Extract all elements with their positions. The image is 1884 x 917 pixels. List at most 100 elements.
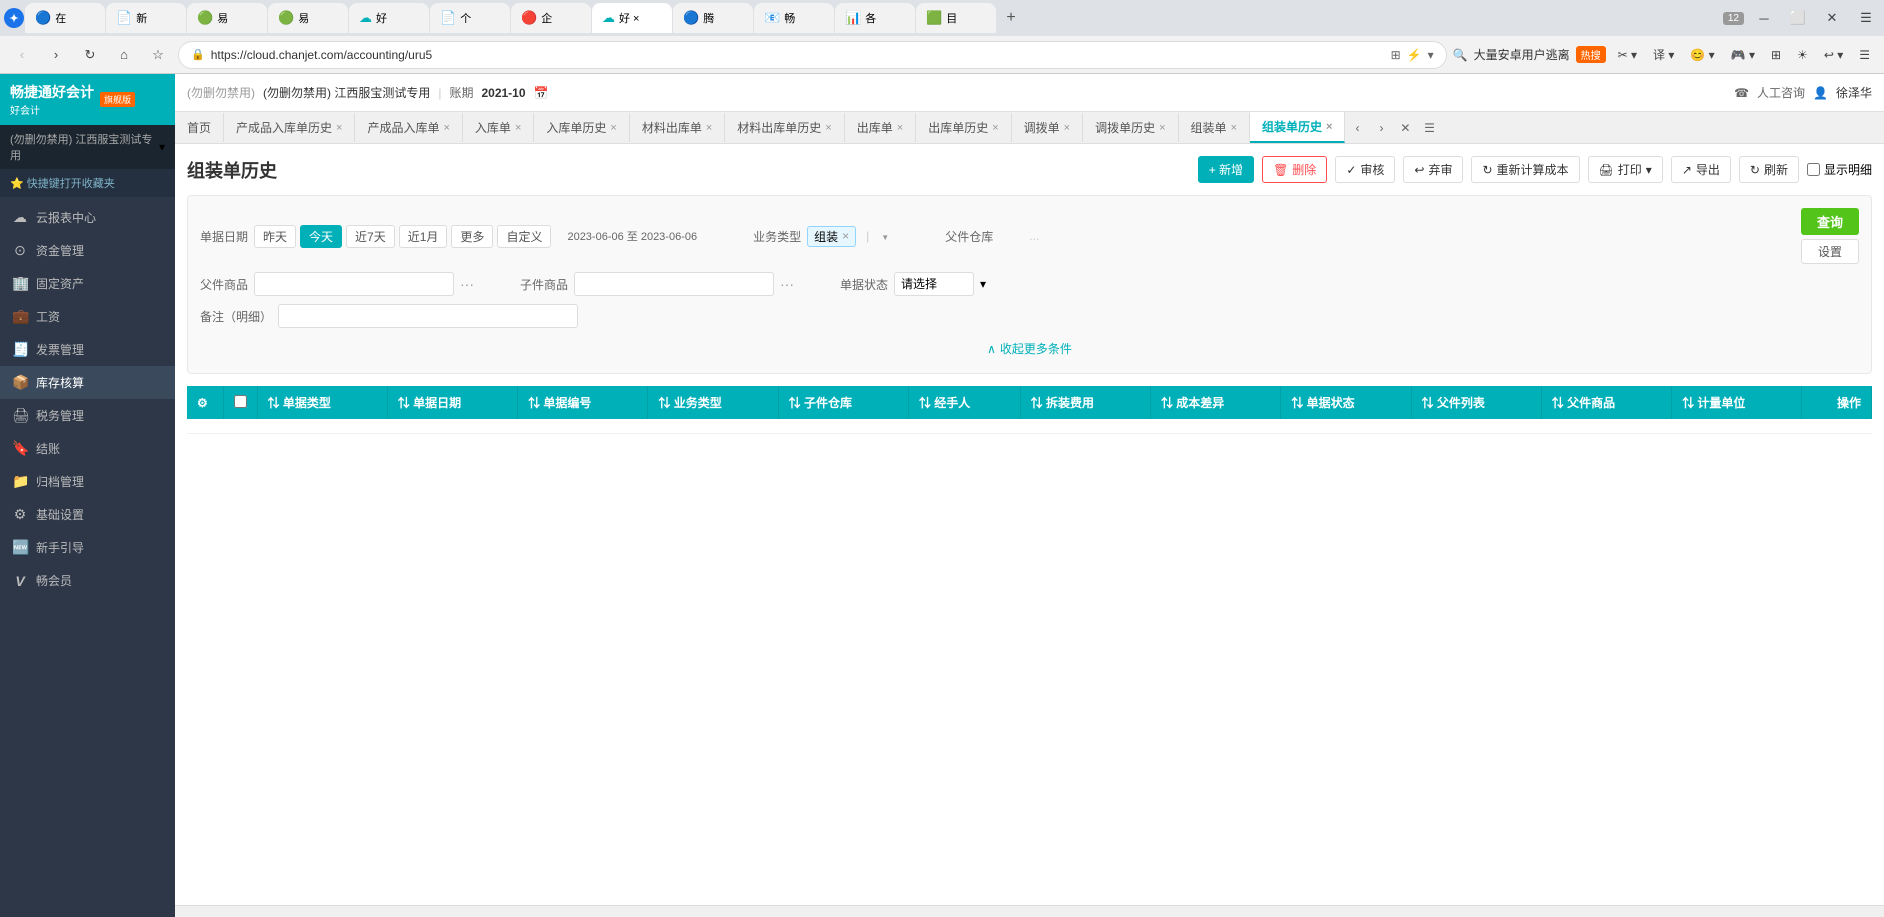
filter-settings-button[interactable]: 设置 [1801,239,1859,264]
7days-btn[interactable]: 近7天 [346,225,395,248]
sidebar-item-cloud-report[interactable]: ☁ 云报表中心 [0,201,175,234]
query-button[interactable]: 查询 [1801,208,1859,235]
th-date[interactable]: ⇅ 单据日期 [387,386,517,419]
more-date-btn[interactable]: 更多 [451,225,493,248]
customer-service-icon[interactable]: ☎ [1734,86,1749,100]
translate-tool[interactable]: 译 ▾ [1647,44,1680,65]
maximize-button[interactable]: ⬜ [1784,4,1812,32]
1month-btn[interactable]: 近1月 [399,225,448,248]
th-number[interactable]: ⇅ 单据编号 [518,386,648,419]
tab-close-icon[interactable]: × [1159,122,1165,134]
tab-close-icon[interactable]: × [825,122,831,134]
page-tab-in-history[interactable]: 入库单历史 × [534,113,629,142]
browser-tab-10[interactable]: 📧 畅 [754,3,834,33]
horizontal-scrollbar[interactable] [175,905,1884,917]
browser-tab-11[interactable]: 📊 各 [835,3,915,33]
sidebar-item-member[interactable]: V 畅会员 [0,564,175,597]
tab-close-icon[interactable]: × [1231,122,1237,134]
new-tab-button[interactable]: + [997,4,1025,32]
page-tab-material-out-history[interactable]: 材料出库单历史 × [725,113,844,142]
game-tool[interactable]: 🎮 ▾ [1725,46,1761,64]
page-tab-out[interactable]: 出库单 × [845,113,916,142]
browser-tab-4[interactable]: 🟢 易 [268,3,348,33]
browser-tab-9[interactable]: 🔵 腾 [673,3,753,33]
sidebar-item-fund[interactable]: ⊙ 资金管理 [0,234,175,267]
page-tab-transfer-history[interactable]: 调拨单历史 × [1083,113,1178,142]
page-tab-in[interactable]: 入库单 × [463,113,534,142]
th-unit[interactable]: ⇅ 计量单位 [1672,386,1802,419]
sidebar-item-invoice[interactable]: 🧾 发票管理 [0,333,175,366]
abandon-button[interactable]: ↩ 弃审 [1403,156,1463,183]
browser-tab-6[interactable]: 📄 个 [430,3,510,33]
tab-close-icon[interactable]: × [897,122,903,134]
close-browser-button[interactable]: ✕ [1818,4,1846,32]
sidebar-item-checkout[interactable]: 🔖 结账 [0,432,175,465]
bookmark-button[interactable]: ☆ [144,41,172,69]
browser-tab-1[interactable]: 🔵 在 [25,3,105,33]
print-button[interactable]: 🖨 打印 ▾ [1588,156,1663,183]
tab-close-icon[interactable]: × [610,122,616,134]
today-btn[interactable]: 今天 [300,225,342,248]
back-button[interactable]: ‹ [8,41,36,69]
page-tab-assembly-history[interactable]: 组装单历史 × [1250,112,1345,143]
th-settings[interactable]: ⚙ [187,386,223,419]
page-tab-material-out[interactable]: 材料出库单 × [630,113,725,142]
collapse-conditions-row[interactable]: ∧ 收起更多条件 [200,336,1859,361]
tab-close-icon[interactable]: × [1326,121,1332,133]
page-tab-transfer[interactable]: 调拨单 × [1012,113,1083,142]
status-select[interactable]: 请选择 待审核 已审核 [894,272,974,296]
tab-nav-left[interactable]: ‹ [1345,112,1369,143]
th-check[interactable] [223,386,257,419]
child-goods-more-icon[interactable]: ··· [780,276,794,292]
export-button[interactable]: ↗ 导出 [1671,156,1731,183]
browser-tab-5[interactable]: ☁ 好 [349,3,429,33]
sidebar-item-salary[interactable]: 💼 工资 [0,300,175,333]
emoji-tool[interactable]: 😊 ▾ [1684,46,1720,64]
page-tab-assembly[interactable]: 组装单 × [1179,113,1250,142]
sidebar-item-inventory[interactable]: 📦 库存核算 [0,366,175,399]
tab-nav-close[interactable]: ✕ [1393,112,1417,143]
page-tab-home[interactable]: 首页 [175,113,224,142]
page-tab-produce-in[interactable]: 产成品入库单 × [355,113,462,142]
browser-tab-3[interactable]: 🟢 易 [187,3,267,33]
tab-close-icon[interactable]: × [443,122,449,134]
tab-nav-menu[interactable]: ☰ [1417,112,1441,143]
remarks-input[interactable] [278,304,578,328]
custom-date-btn[interactable]: 自定义 [497,225,551,248]
favorites-shortcut[interactable]: ⭐ 快捷键打开收藏夹 [0,169,175,197]
url-bar[interactable]: 🔒 https://cloud.chanjet.com/accounting/u… [178,41,1447,69]
menu-button[interactable]: ☰ [1852,4,1880,32]
sidebar-item-fixed-assets[interactable]: 🏢 固定资产 [0,267,175,300]
th-status[interactable]: ⇅ 单据状态 [1281,386,1411,419]
browser-tab-12[interactable]: 🟩 目 [916,3,996,33]
tab-close-icon[interactable]: × [515,122,521,134]
child-goods-input[interactable] [574,272,774,296]
refresh-nav-button[interactable]: ↻ [76,41,104,69]
th-child-warehouse[interactable]: ⇅ 子件仓库 [778,386,908,419]
undo-tool[interactable]: ↩ ▾ [1818,46,1849,64]
refresh-button[interactable]: ↻ 刷新 [1739,156,1799,183]
th-parent-list[interactable]: ⇅ 父件列表 [1411,386,1541,419]
forward-button[interactable]: › [42,41,70,69]
th-handler[interactable]: ⇅ 经手人 [908,386,1020,419]
tab-nav-right[interactable]: › [1369,112,1393,143]
parent-goods-more-icon[interactable]: ··· [460,276,474,292]
sidebar-item-tax[interactable]: 🖨 税务管理 [0,399,175,432]
scissors-tool[interactable]: ✂ ▾ [1612,46,1643,64]
th-cost-diff[interactable]: ⇅ 成本差异 [1150,386,1280,419]
show-detail-checkbox-label[interactable]: 显示明细 [1807,161,1872,178]
more-tools[interactable]: ☰ [1853,46,1876,64]
th-disassembly-fee[interactable]: ⇅ 拆装费用 [1020,386,1150,419]
minimize-button[interactable]: － [1750,4,1778,32]
th-type[interactable]: ⇅ 单据类型 [257,386,387,419]
page-tab-produce-in-history[interactable]: 产成品入库单历史 × [224,113,355,142]
sidebar-item-archive[interactable]: 📁 归档管理 [0,465,175,498]
sidebar-item-guide[interactable]: 🆕 新手引导 [0,531,175,564]
company-selector[interactable]: (勿删勿禁用) 江西服宝测试专用 ▾ [0,125,175,169]
browser-tab-2[interactable]: 📄 新 [106,3,186,33]
home-button[interactable]: ⌂ [110,41,138,69]
grid-tool[interactable]: ⊞ [1765,46,1787,64]
parent-goods-input[interactable] [254,272,454,296]
tab-close-icon[interactable]: × [1064,122,1070,134]
browser-tab-8[interactable]: ☁ 好 × [592,3,672,33]
